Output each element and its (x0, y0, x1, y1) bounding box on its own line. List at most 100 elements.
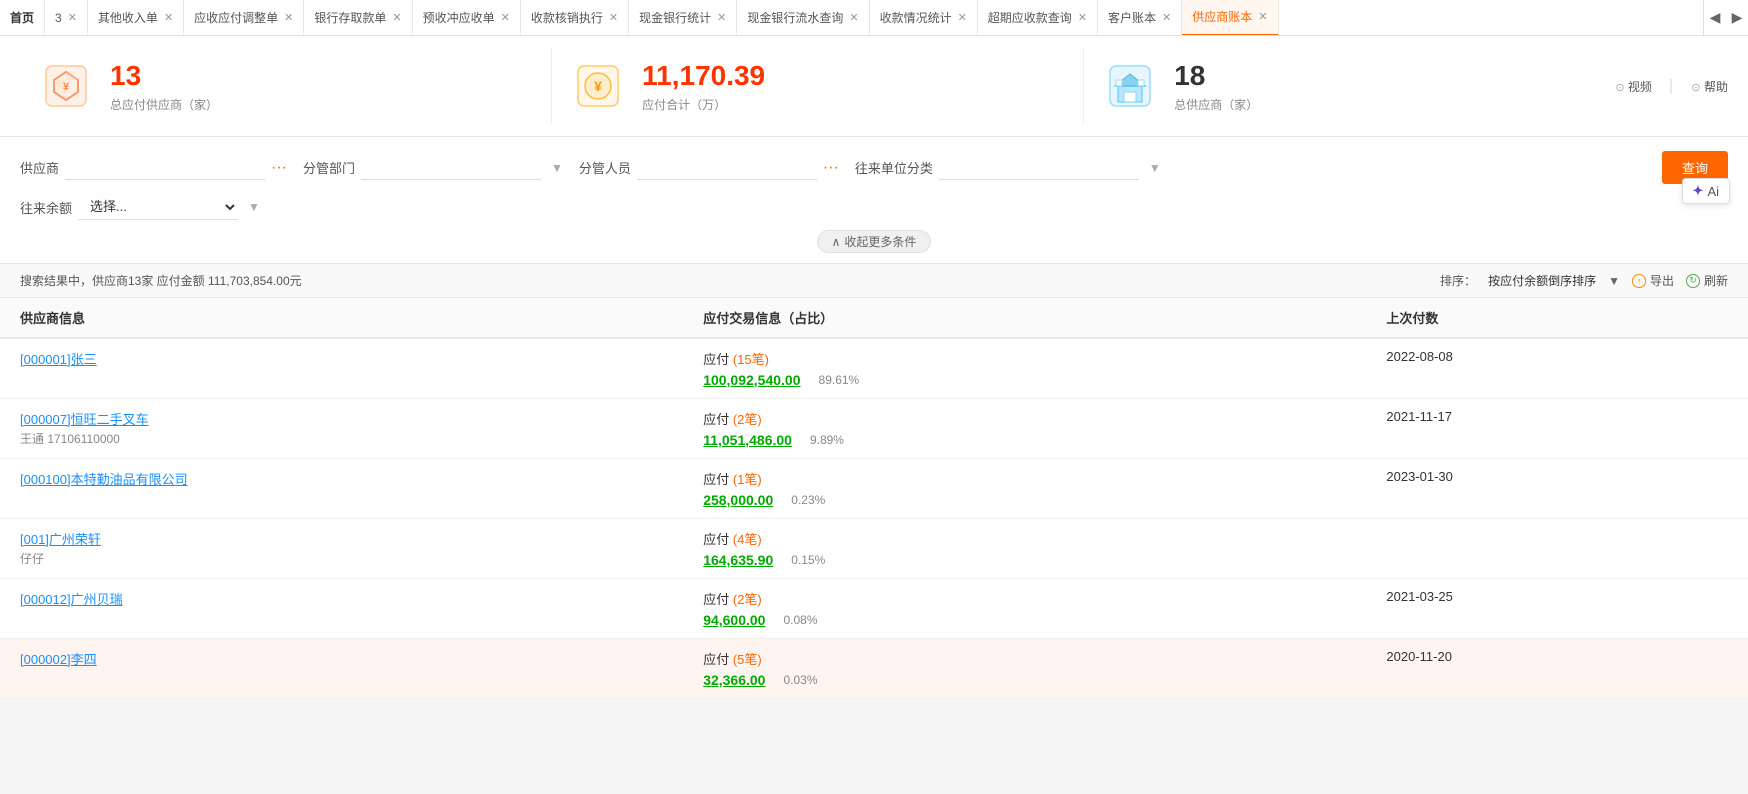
nav-tab-prepay-offset-close[interactable]: ✕ (501, 11, 510, 24)
nav-tab-supplier-ledger-close[interactable]: ✕ (1258, 10, 1267, 23)
nav-tab-overdue-ar[interactable]: 超期应收款查询 ✕ (978, 0, 1098, 36)
unit-class-input[interactable] (939, 156, 1139, 180)
filter-department: 分管部门 ▼ (303, 156, 563, 180)
supplier-link-5[interactable]: [000012]广州贝瑞 (20, 592, 123, 607)
nav-tab-3[interactable]: 3 ✕ (45, 0, 88, 36)
last-payment-cell-6: 2020-11-20 (1386, 649, 1728, 664)
supplier-link-6[interactable]: [000002]李四 (20, 652, 97, 667)
transaction-count-2: 应付 (2笔) (703, 409, 1386, 428)
table-row: [000007]恒旺二手叉车 王通 17106110000 应付 (2笔) 11… (0, 399, 1748, 459)
nav-tab-other-income-close[interactable]: ✕ (164, 11, 173, 24)
person-input[interactable] (637, 156, 817, 180)
transaction-amount-3[interactable]: 258,000.00 (703, 492, 773, 508)
filter-balance: 往来余额 选择... ▼ (20, 194, 260, 220)
person-label: 分管人员 (579, 158, 631, 177)
transaction-amount-2[interactable]: 11,051,486.00 (703, 432, 792, 448)
nav-tab-cash-bank-stat-label: 现金银行统计 (639, 9, 711, 26)
card-content-ap-total: 11,170.39 应付合计（万） (642, 59, 765, 114)
table-row: [000001]张三 应付 (15笔) 100,092,540.00 89.61… (0, 339, 1748, 399)
col-header-last-payment: 上次付数 (1386, 308, 1728, 327)
collapse-button[interactable]: ∧ 收起更多条件 (817, 230, 932, 253)
nav-next-arrow[interactable]: ▶ (1726, 0, 1748, 36)
nav-tab-receipt-verify-close[interactable]: ✕ (609, 11, 618, 24)
sort-arrow-icon[interactable]: ▼ (1608, 274, 1620, 288)
department-label: 分管部门 (303, 158, 355, 177)
transaction-percent-5: 0.08% (783, 613, 817, 627)
nav-tab-bank-deposit-close[interactable]: ✕ (392, 11, 401, 24)
balance-label: 往来余额 (20, 198, 72, 217)
last-payment-cell-2: 2021-11-17 (1386, 409, 1728, 424)
department-dropdown-icon[interactable]: ▼ (551, 161, 563, 175)
ai-button[interactable]: ✦ Ai (1682, 178, 1730, 204)
summary-actions: ⊙ 视频 │ ⊙ 帮助 (1615, 78, 1728, 95)
supplier-dots[interactable]: ··· (271, 159, 287, 177)
table-row: [000012]广州贝瑞 应付 (2笔) 94,600.00 0.08% 202… (0, 579, 1748, 639)
export-button[interactable]: ↑ 导出 (1632, 272, 1674, 289)
unit-class-dropdown-icon[interactable]: ▼ (1149, 161, 1161, 175)
filter-unit-class: 往来单位分类 ▼ (855, 156, 1161, 180)
supplier-link-1[interactable]: [000001]张三 (20, 352, 97, 367)
supplier-cell-4: [001]广州荣轩 仔仔 (20, 529, 703, 567)
svg-text:¥: ¥ (594, 78, 602, 94)
transaction-amount-4[interactable]: 164,635.90 (703, 552, 773, 568)
nav-tab-prepay-offset[interactable]: 预收冲应收单 ✕ (413, 0, 521, 36)
nav-tab-receipt-verify-label: 收款核销执行 (531, 9, 603, 26)
top-navigation: 首页 3 ✕ 其他收入单 ✕ 应收应付调整单 ✕ 银行存取款单 ✕ 预收冲应收单… (0, 0, 1748, 36)
last-payment-date-2: 2021-11-17 (1386, 409, 1452, 424)
nav-tab-customer-ledger-close[interactable]: ✕ (1162, 11, 1171, 24)
nav-tab-supplier-ledger[interactable]: 供应商账本 ✕ (1182, 0, 1278, 36)
supplier-cell-2: [000007]恒旺二手叉车 王通 17106110000 (20, 409, 703, 447)
supplier-cell-6: [000002]李四 (20, 649, 703, 668)
sort-value[interactable]: 按应付余额倒序排序 (1488, 272, 1596, 289)
card-content-total-suppliers: 18 总供应商（家） (1174, 59, 1258, 114)
nav-tab-receipt-stat-label: 收款情况统计 (880, 9, 952, 26)
supplier-link-4[interactable]: [001]广州荣轩 (20, 532, 101, 547)
person-dots[interactable]: ··· (823, 159, 839, 177)
nav-tab-receipt-verify[interactable]: 收款核销执行 ✕ (521, 0, 629, 36)
supplier-input[interactable] (65, 156, 265, 180)
results-bar: 搜索结果中，供应商13家 应付金额 111,703,854.00元 排序： 按应… (0, 264, 1748, 298)
balance-select[interactable]: 选择... (78, 194, 238, 220)
nav-tab-customer-ledger[interactable]: 客户账本 ✕ (1098, 0, 1182, 36)
help-link[interactable]: ⊙ 帮助 (1691, 78, 1728, 95)
nav-tab-bank-deposit[interactable]: 银行存取款单 ✕ (304, 0, 412, 36)
filter-person: 分管人员 ··· (579, 156, 839, 180)
nav-tab-cash-bank-flow[interactable]: 现金银行流水查询 ✕ (737, 0, 869, 36)
video-link[interactable]: ⊙ 视频 (1615, 78, 1652, 95)
nav-tab-cash-bank-stat[interactable]: 现金银行统计 ✕ (629, 0, 737, 36)
nav-tab-receipt-stat[interactable]: 收款情况统计 ✕ (870, 0, 978, 36)
coin-icon: ¥ (568, 56, 628, 116)
transaction-amount-6[interactable]: 32,366.00 (703, 672, 765, 688)
diamond-icon: ¥ (36, 56, 96, 116)
nav-tab-bank-deposit-label: 银行存取款单 (314, 9, 386, 26)
supplier-link-2[interactable]: [000007]恒旺二手叉车 (20, 412, 149, 427)
nav-prev-arrow[interactable]: ◀ (1704, 0, 1726, 36)
nav-tab-ar-ap-adjust[interactable]: 应收应付调整单 ✕ (184, 0, 304, 36)
nav-tab-home[interactable]: 首页 (0, 0, 45, 36)
nav-tab-overdue-ar-close[interactable]: ✕ (1078, 11, 1087, 24)
store-icon (1100, 56, 1160, 116)
transaction-count-1: 应付 (15笔) (703, 349, 1386, 368)
supplier-sub-4: 仔仔 (20, 550, 703, 567)
department-input[interactable] (361, 156, 541, 180)
nav-tab-other-income[interactable]: 其他收入单 ✕ (88, 0, 184, 36)
transaction-amount-1[interactable]: 100,092,540.00 (703, 372, 800, 388)
nav-tab-cash-bank-stat-close[interactable]: ✕ (717, 11, 726, 24)
nav-tab-customer-ledger-label: 客户账本 (1108, 9, 1156, 26)
transaction-cell-6: 应付 (5笔) 32,366.00 0.03% (703, 649, 1386, 688)
last-payment-cell-1: 2022-08-08 (1386, 349, 1728, 364)
nav-tab-cash-bank-flow-close[interactable]: ✕ (849, 11, 858, 24)
nav-tab-overdue-ar-label: 超期应收款查询 (988, 9, 1072, 26)
supplier-link-3[interactable]: [000100]本特勤油品有限公司 (20, 472, 188, 487)
nav-tab-3-close[interactable]: ✕ (68, 11, 77, 24)
card-label-ap-total: 应付合计（万） (642, 96, 765, 113)
refresh-button[interactable]: ↻ 刷新 (1686, 272, 1728, 289)
last-payment-date-5: 2021-03-25 (1386, 589, 1453, 604)
supplier-cell-5: [000012]广州贝瑞 (20, 589, 703, 608)
nav-tab-prepay-offset-label: 预收冲应收单 (423, 9, 495, 26)
transaction-count-6: 应付 (5笔) (703, 649, 1386, 668)
nav-tab-receipt-stat-close[interactable]: ✕ (958, 11, 967, 24)
nav-tab-ar-ap-adjust-close[interactable]: ✕ (284, 11, 293, 24)
transaction-amount-5[interactable]: 94,600.00 (703, 612, 765, 628)
card-content-suppliers-payable: 13 总应付供应商（家） (110, 59, 218, 114)
